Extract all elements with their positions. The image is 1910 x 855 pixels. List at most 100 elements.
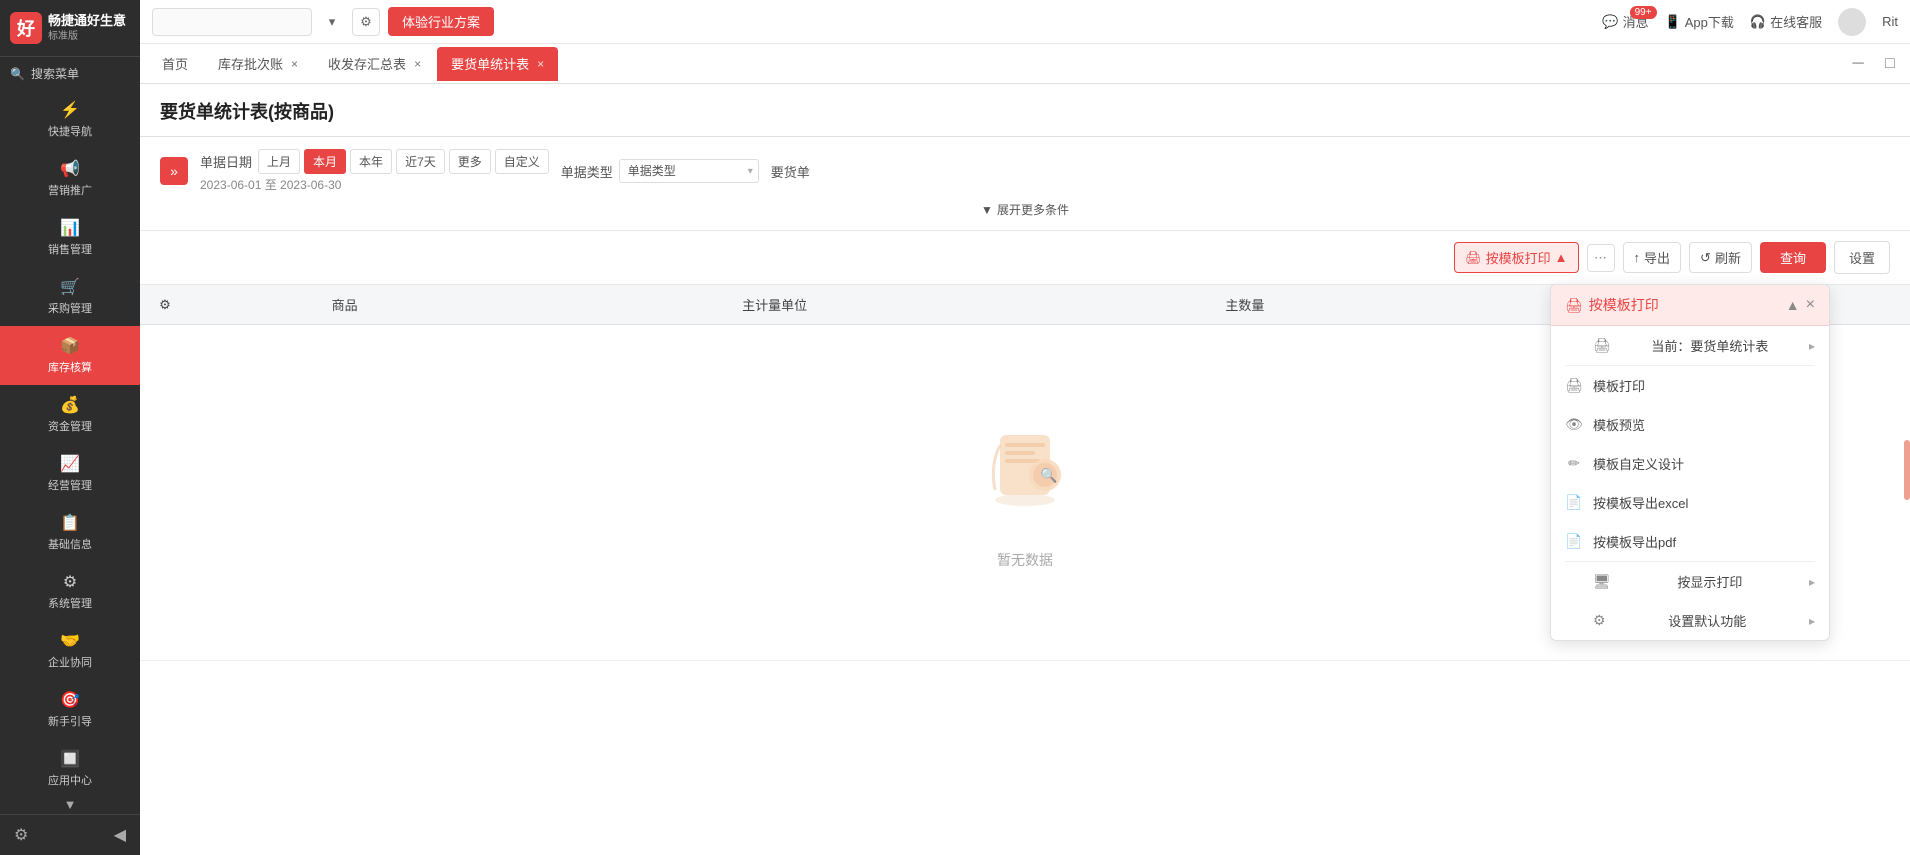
inventory-icon: 📦	[60, 336, 80, 356]
date-btn-7days[interactable]: 近7天	[396, 149, 445, 174]
tab-close-receivables[interactable]: ×	[414, 57, 421, 71]
filter-expand-btn[interactable]: »	[160, 157, 188, 185]
date-label: 单据日期	[200, 152, 252, 171]
sales-icon: 📊	[60, 218, 80, 238]
dropdown-item-template-design[interactable]: ✏ 模板自定义设计	[1551, 444, 1829, 483]
filter-date-group: 单据日期 上月 本月 本年 近7天 更多 自定义 2023-06-01 至 20…	[200, 149, 549, 193]
sidebar-item-purchase[interactable]: 🛒 采购管理	[0, 267, 140, 326]
export-pdf-icon: 📄	[1565, 533, 1583, 550]
page-title: 要货单统计表(按商品)	[160, 98, 1890, 124]
marketing-icon: 📢	[60, 159, 80, 179]
online-service-btn[interactable]: 🎧 在线客服	[1750, 12, 1822, 31]
nav-dropdown-btn[interactable]: ▾	[320, 10, 344, 34]
date-btn-last-month[interactable]: 上月	[258, 149, 300, 174]
collapse-icon[interactable]: ◀	[114, 825, 126, 845]
sidebar-logo: 好 畅捷通好生意 标准版	[0, 0, 140, 57]
message-badge: 99+	[1630, 6, 1657, 19]
display-print-chevron: ▸	[1809, 575, 1815, 589]
print-dropdown-chevron: ▲	[1555, 250, 1568, 265]
col-product: 商品	[190, 285, 499, 325]
nav-search-input[interactable]	[152, 8, 312, 36]
empty-icon: 🔍	[975, 415, 1075, 534]
print-btn[interactable]: 🖨 按模板打印 ▲	[1454, 242, 1578, 273]
sidebar-search[interactable]: 🔍 搜索菜单	[0, 57, 140, 90]
sidebar-item-basic[interactable]: 📋 基础信息	[0, 503, 140, 562]
display-print-icon: 🖥	[1593, 573, 1611, 590]
query-btn[interactable]: 查询	[1760, 242, 1826, 273]
filter-category-wrap: 要货单	[771, 162, 816, 181]
category-label: 要货单	[771, 162, 810, 181]
dropdown-display-print[interactable]: 🖥 按显示打印 ▸	[1551, 562, 1829, 601]
sidebar-item-system[interactable]: ⚙ 系统管理	[0, 562, 140, 621]
topbar-gear-btn[interactable]: ⚙	[352, 8, 380, 36]
date-range-text: 2023-06-01 至 2023-06-30	[200, 176, 549, 193]
sidebar-item-finance[interactable]: 💰 资金管理	[0, 385, 140, 444]
sidebar-item-quick-nav[interactable]: ⚡ 快捷导航	[0, 90, 140, 149]
date-btn-this-year[interactable]: 本年	[350, 149, 392, 174]
default-func-chevron: ▸	[1809, 614, 1815, 628]
sidebar-item-enterprise[interactable]: 🤝 企业协同	[0, 621, 140, 680]
tab-inventory-batch[interactable]: 库存批次账 ×	[204, 47, 312, 81]
sidebar-scroll-down[interactable]: ▼	[0, 794, 140, 814]
dropdown-item-template-print[interactable]: 🖨 模板打印	[1551, 366, 1829, 405]
current-chevron: ▸	[1809, 339, 1815, 353]
sidebar-nav: ⚡ 快捷导航 📢 营销推广 📊 销售管理 🛒 采购管理 📦 库存核算 💰 资金管…	[0, 90, 140, 794]
sidebar: 好 畅捷通好生意 标准版 🔍 搜索菜单 ⚡ 快捷导航 📢 营销推广 📊 销售管理…	[0, 0, 140, 855]
date-btn-group: 上月 本月 本年 近7天 更多 自定义	[258, 149, 549, 174]
empty-text: 暂无数据	[997, 550, 1053, 570]
export-btn[interactable]: ↑ 导出	[1623, 242, 1682, 273]
template-print-icon: 🖨	[1565, 377, 1583, 394]
action-bar: 🖨 按模板打印 ▲ ⋯ ↑ 导出 ↺ 刷新 查询 设置	[140, 231, 1910, 285]
dropdown-toggle-btn[interactable]: ▲	[1786, 297, 1800, 313]
dropdown-item-template-preview[interactable]: 👁 模板预览	[1551, 405, 1829, 444]
app-icon: 📱	[1665, 14, 1681, 30]
tabs-actions: ─ □	[1846, 52, 1902, 76]
quick-nav-icon: ⚡	[60, 100, 80, 120]
date-btn-this-month[interactable]: 本月	[304, 149, 346, 174]
date-btn-custom[interactable]: 自定义	[495, 149, 549, 174]
refresh-btn[interactable]: ↺ 刷新	[1689, 242, 1752, 273]
tab-minimize-btn[interactable]: ─	[1846, 52, 1870, 76]
username-label[interactable]: Rit	[1882, 14, 1898, 29]
tab-maximize-btn[interactable]: □	[1878, 52, 1902, 76]
tab-order-stats[interactable]: 要货单统计表 ×	[437, 47, 558, 81]
trial-btn[interactable]: 体验行业方案	[388, 7, 494, 36]
more-btn[interactable]: ⋯	[1587, 244, 1615, 272]
filter-expand-more-btn[interactable]: ▼ 展开更多条件	[160, 201, 1890, 218]
empty-illustration: 🔍	[975, 415, 1075, 515]
sidebar-item-guide[interactable]: 🎯 新手引导	[0, 680, 140, 739]
tab-home[interactable]: 首页	[148, 47, 202, 81]
guide-icon: 🎯	[60, 690, 80, 710]
filter-type-select-wrap: 单据类型 单据类型	[561, 159, 759, 183]
tab-close-inventory-batch[interactable]: ×	[291, 57, 298, 71]
filter-bar: » 单据日期 上月 本月 本年 近7天 更多 自定义 2	[140, 137, 1910, 231]
sidebar-item-operation[interactable]: 📈 经营管理	[0, 444, 140, 503]
settings-btn[interactable]: 设置	[1834, 241, 1890, 274]
dropdown-default-func[interactable]: ⚙ 设置默认功能 ▸	[1551, 601, 1829, 640]
sidebar-item-marketing[interactable]: 📢 营销推广	[0, 149, 140, 208]
date-btn-more[interactable]: 更多	[449, 149, 491, 174]
filter-type-select[interactable]: 单据类型	[619, 159, 759, 183]
sidebar-item-sales[interactable]: 📊 销售管理	[0, 208, 140, 267]
scrollbar-thumb[interactable]	[1904, 440, 1910, 500]
message-btn[interactable]: 💬 消息 99+	[1602, 12, 1648, 31]
dropdown-current-item[interactable]: 🖨 当前：要货单统计表 ▸	[1551, 326, 1829, 365]
system-icon: ⚙	[63, 572, 77, 592]
dropdown-item-export-excel[interactable]: 📄 按模板导出excel	[1551, 483, 1829, 522]
dropdown-item-export-pdf[interactable]: 📄 按模板导出pdf	[1551, 522, 1829, 561]
svg-text:🔍: 🔍	[1040, 466, 1057, 484]
tab-receivables[interactable]: 收发存汇总表 ×	[314, 47, 435, 81]
col-settings[interactable]: ⚙	[140, 285, 190, 325]
tab-close-order-stats[interactable]: ×	[537, 57, 544, 71]
page-header: 要货单统计表(按商品)	[140, 84, 1910, 137]
user-avatar[interactable]	[1838, 8, 1866, 36]
search-icon: 🔍	[10, 67, 25, 81]
settings-icon[interactable]: ⚙	[14, 825, 28, 845]
app-download-btn[interactable]: 📱 App下载	[1665, 12, 1734, 31]
current-icon: 🖨	[1593, 337, 1611, 354]
template-preview-icon: 👁	[1565, 416, 1583, 433]
date-controls: 单据日期 上月 本月 本年 近7天 更多 自定义	[200, 149, 549, 174]
sidebar-item-inventory[interactable]: 📦 库存核算	[0, 326, 140, 385]
sidebar-item-app-center[interactable]: 🔲 应用中心	[0, 739, 140, 794]
dropdown-close-btn[interactable]: ×	[1806, 296, 1815, 314]
